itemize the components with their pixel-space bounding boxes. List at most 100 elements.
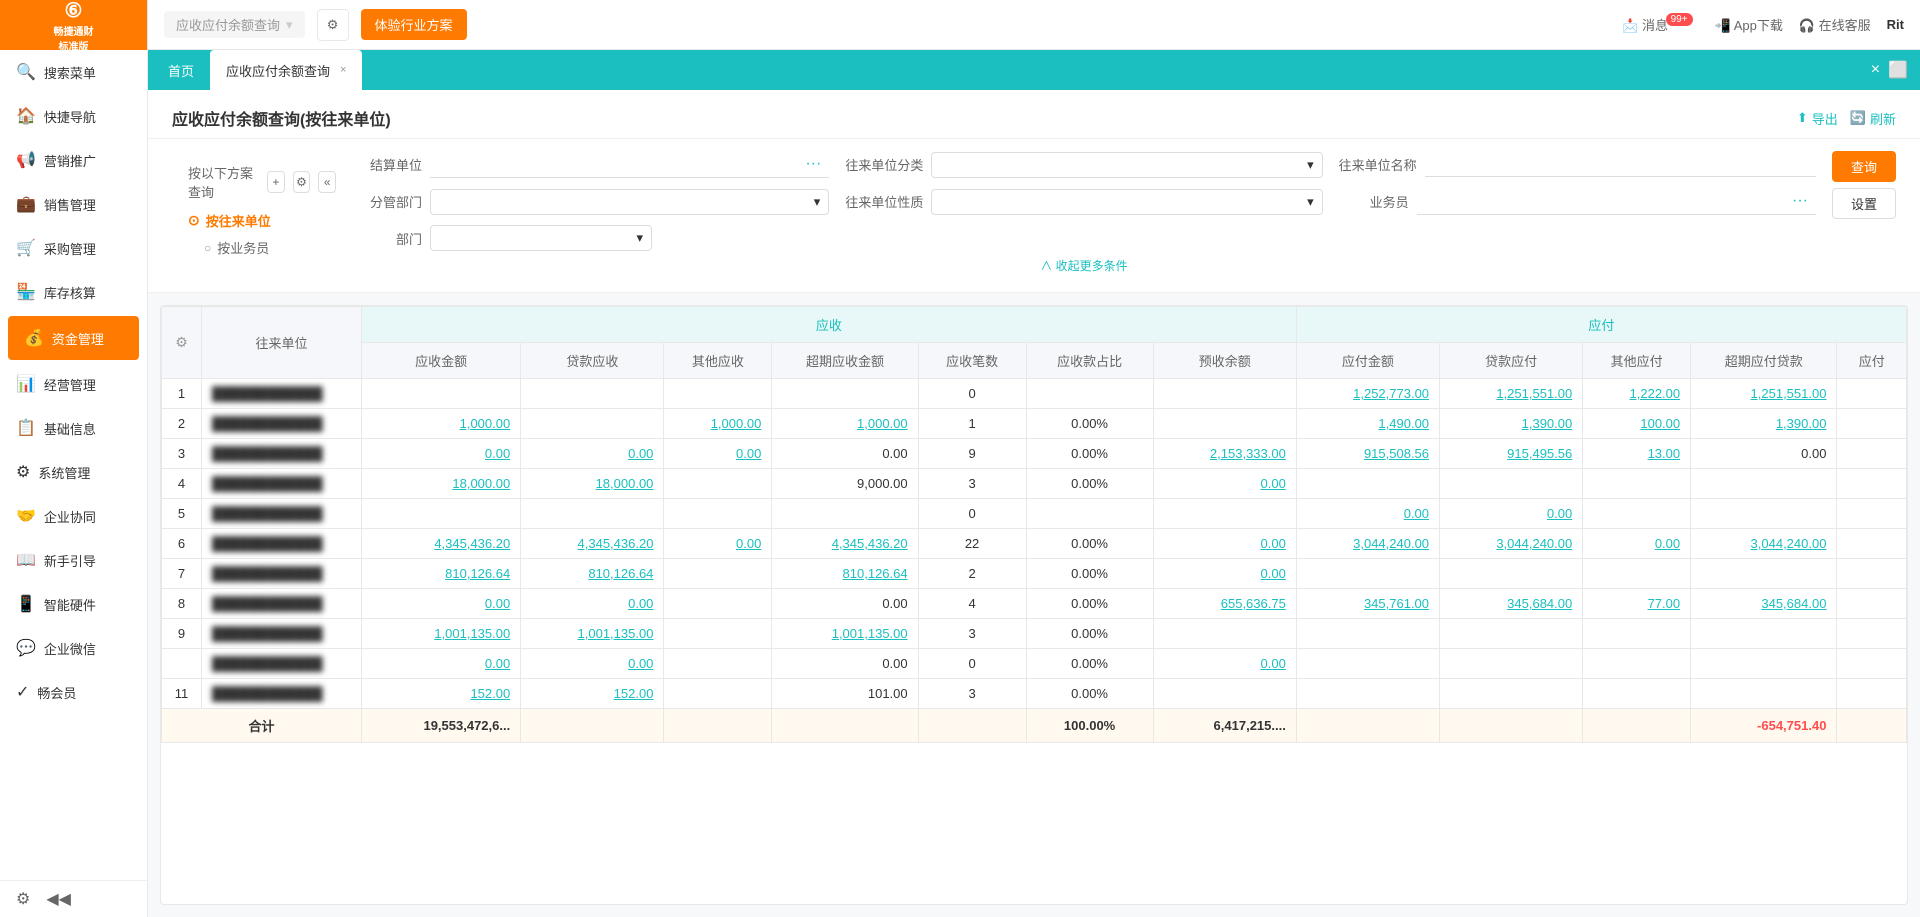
main-content: 应收应付余额查询 ▾ ⚙ 体验行业方案 📩 消息 99+ 📲 App下载 🎧 在… bbox=[148, 0, 1920, 917]
filter-add-button[interactable]: + bbox=[267, 171, 285, 193]
overdue-receivable[interactable]: 1,000.00 bbox=[772, 409, 918, 439]
unit-name-input[interactable] bbox=[1425, 153, 1816, 177]
loan-payable[interactable]: 1,390.00 bbox=[1440, 409, 1583, 439]
prepay[interactable]: 655,636.75 bbox=[1153, 589, 1296, 619]
tab-home[interactable]: 首页 bbox=[152, 50, 210, 90]
receivable-amount[interactable]: 0.00 bbox=[362, 649, 521, 679]
other-payable[interactable]: 13.00 bbox=[1583, 439, 1691, 469]
sidebar-item-operations[interactable]: 📊 经营管理 bbox=[0, 362, 147, 406]
dept-select[interactable]: ▾ bbox=[430, 189, 829, 215]
filter-plan-unit[interactable]: ⊙ 按往来单位 bbox=[188, 211, 336, 230]
receivable-amount[interactable]: 1,000.00 bbox=[362, 409, 521, 439]
other-receivable[interactable]: 0.00 bbox=[664, 529, 772, 559]
sidebar-item-system[interactable]: ⚙ 系统管理 bbox=[0, 450, 147, 494]
unit-nature-select[interactable]: ▾ bbox=[931, 189, 1322, 215]
promo-button[interactable]: 体验行业方案 bbox=[361, 9, 467, 40]
prepay[interactable]: 0.00 bbox=[1153, 469, 1296, 499]
other-payable[interactable]: 100.00 bbox=[1583, 409, 1691, 439]
notification-area[interactable]: 📩 消息 99+ bbox=[1622, 15, 1698, 34]
sidebar-item-enterprise[interactable]: 🤝 企业协同 bbox=[0, 494, 147, 538]
loan-receivable[interactable]: 1,001,135.00 bbox=[521, 619, 664, 649]
sidebar-item-wechat[interactable]: 💬 企业微信 bbox=[0, 626, 147, 670]
export-button[interactable]: ⬆ 导出 bbox=[1797, 109, 1838, 128]
salesperson-dots-icon[interactable]: ··· bbox=[1792, 192, 1808, 210]
loan-payable[interactable]: 3,044,240.00 bbox=[1440, 529, 1583, 559]
sidebar-item-guide[interactable]: 📖 新手引导 bbox=[0, 538, 147, 582]
sidebar-item-funds[interactable]: 💰 资金管理 bbox=[8, 316, 139, 360]
overdue-receivable[interactable]: 810,126.64 bbox=[772, 559, 918, 589]
overdue-payable[interactable]: 345,684.00 bbox=[1691, 589, 1837, 619]
sidebar-item-sales[interactable]: 💼 销售管理 bbox=[0, 182, 147, 226]
overdue-payable[interactable]: 3,044,240.00 bbox=[1691, 529, 1837, 559]
overdue-payable[interactable]: 1,251,551.00 bbox=[1691, 379, 1837, 409]
table-setting-button[interactable]: 设置 bbox=[1832, 188, 1896, 219]
receivable-amount[interactable]: 810,126.64 bbox=[362, 559, 521, 589]
tab-receivable[interactable]: 应收应付余额查询 × bbox=[210, 50, 362, 90]
sidebar-item-label: 快捷导航 bbox=[44, 107, 96, 126]
loan-receivable[interactable]: 0.00 bbox=[521, 649, 664, 679]
sub-dept-select[interactable]: ▾ bbox=[430, 225, 652, 251]
receivable-amount[interactable]: 4,345,436.20 bbox=[362, 529, 521, 559]
loan-receivable[interactable]: 152.00 bbox=[521, 679, 664, 709]
overdue-receivable[interactable]: 4,345,436.20 bbox=[772, 529, 918, 559]
unit-category-select[interactable]: ▾ bbox=[931, 152, 1322, 178]
payable-amount[interactable]: 345,761.00 bbox=[1296, 589, 1439, 619]
overdue-payable[interactable]: 1,390.00 bbox=[1691, 409, 1837, 439]
tab-expand-icon[interactable]: ⬜ bbox=[1888, 60, 1908, 80]
sidebar-item-marketing[interactable]: 📢 营销推广 bbox=[0, 138, 147, 182]
user-area[interactable]: Rit bbox=[1887, 17, 1904, 32]
settlement-dots-icon[interactable]: ··· bbox=[805, 155, 821, 173]
loan-payable[interactable]: 1,251,551.00 bbox=[1440, 379, 1583, 409]
receivable-amount[interactable]: 0.00 bbox=[362, 589, 521, 619]
receivable-amount[interactable]: 152.00 bbox=[362, 679, 521, 709]
sidebar-item-inventory[interactable]: 🏪 库存核算 bbox=[0, 270, 147, 314]
receivable-amount[interactable]: 0.00 bbox=[362, 439, 521, 469]
sidebar-collapse-icon[interactable]: ◀◀ bbox=[46, 889, 71, 909]
payable-amount[interactable]: 1,490.00 bbox=[1296, 409, 1439, 439]
sidebar-item-search-menu[interactable]: 🔍 搜索菜单 bbox=[0, 50, 147, 94]
refresh-button[interactable]: 🔄 刷新 bbox=[1850, 109, 1896, 128]
other-payable[interactable]: 0.00 bbox=[1583, 529, 1691, 559]
receivable-ratio bbox=[1026, 499, 1153, 529]
receivable-amount[interactable]: 18,000.00 bbox=[362, 469, 521, 499]
other-payable[interactable]: 1,222.00 bbox=[1583, 379, 1691, 409]
sidebar-item-basics[interactable]: 📋 基础信息 bbox=[0, 406, 147, 450]
loan-payable[interactable]: 0.00 bbox=[1440, 499, 1583, 529]
filter-collapse-button[interactable]: « bbox=[318, 171, 336, 193]
table-settings-icon[interactable]: ⚙ bbox=[175, 334, 188, 350]
loan-receivable[interactable]: 18,000.00 bbox=[521, 469, 664, 499]
service-link[interactable]: 🎧 在线客服 bbox=[1799, 15, 1871, 34]
other-receivable[interactable]: 0.00 bbox=[664, 439, 772, 469]
prepay[interactable]: 0.00 bbox=[1153, 559, 1296, 589]
sidebar-item-hardware[interactable]: 📱 智能硬件 bbox=[0, 582, 147, 626]
payable-amount[interactable]: 3,044,240.00 bbox=[1296, 529, 1439, 559]
other-payable[interactable]: 77.00 bbox=[1583, 589, 1691, 619]
prepay[interactable]: 2,153,333.00 bbox=[1153, 439, 1296, 469]
loan-receivable[interactable]: 4,345,436.20 bbox=[521, 529, 664, 559]
loan-payable[interactable]: 345,684.00 bbox=[1440, 589, 1583, 619]
loan-receivable[interactable]: 0.00 bbox=[521, 439, 664, 469]
filter-collapse-button[interactable]: ∧ 收起更多条件 bbox=[352, 251, 1816, 280]
overdue-receivable[interactable]: 1,001,135.00 bbox=[772, 619, 918, 649]
filter-settings-button[interactable]: ⚙ bbox=[293, 171, 311, 193]
query-button[interactable]: 查询 bbox=[1832, 151, 1896, 182]
prepay[interactable]: 0.00 bbox=[1153, 529, 1296, 559]
filter-plan-salesperson[interactable]: ○ 按业务员 bbox=[188, 238, 336, 257]
loan-payable[interactable]: 915,495.56 bbox=[1440, 439, 1583, 469]
payable-amount[interactable]: 915,508.56 bbox=[1296, 439, 1439, 469]
sidebar-item-quick-nav[interactable]: 🏠 快捷导航 bbox=[0, 94, 147, 138]
tab-close-all-icon[interactable]: × bbox=[1871, 61, 1880, 79]
topbar-gear-button[interactable]: ⚙ bbox=[317, 9, 349, 41]
prepay[interactable]: 0.00 bbox=[1153, 649, 1296, 679]
loan-receivable[interactable]: 810,126.64 bbox=[521, 559, 664, 589]
payable-amount[interactable]: 0.00 bbox=[1296, 499, 1439, 529]
payable-amount[interactable]: 1,252,773.00 bbox=[1296, 379, 1439, 409]
download-link[interactable]: 📲 App下载 bbox=[1715, 15, 1783, 34]
receivable-amount[interactable]: 1,001,135.00 bbox=[362, 619, 521, 649]
sidebar-item-purchase[interactable]: 🛒 采购管理 bbox=[0, 226, 147, 270]
sidebar-settings-icon[interactable]: ⚙ bbox=[16, 889, 30, 909]
sidebar-item-member[interactable]: ✓ 畅会员 bbox=[0, 670, 147, 714]
loan-receivable[interactable]: 0.00 bbox=[521, 589, 664, 619]
tab-close-icon[interactable]: × bbox=[340, 64, 346, 76]
other-receivable[interactable]: 1,000.00 bbox=[664, 409, 772, 439]
